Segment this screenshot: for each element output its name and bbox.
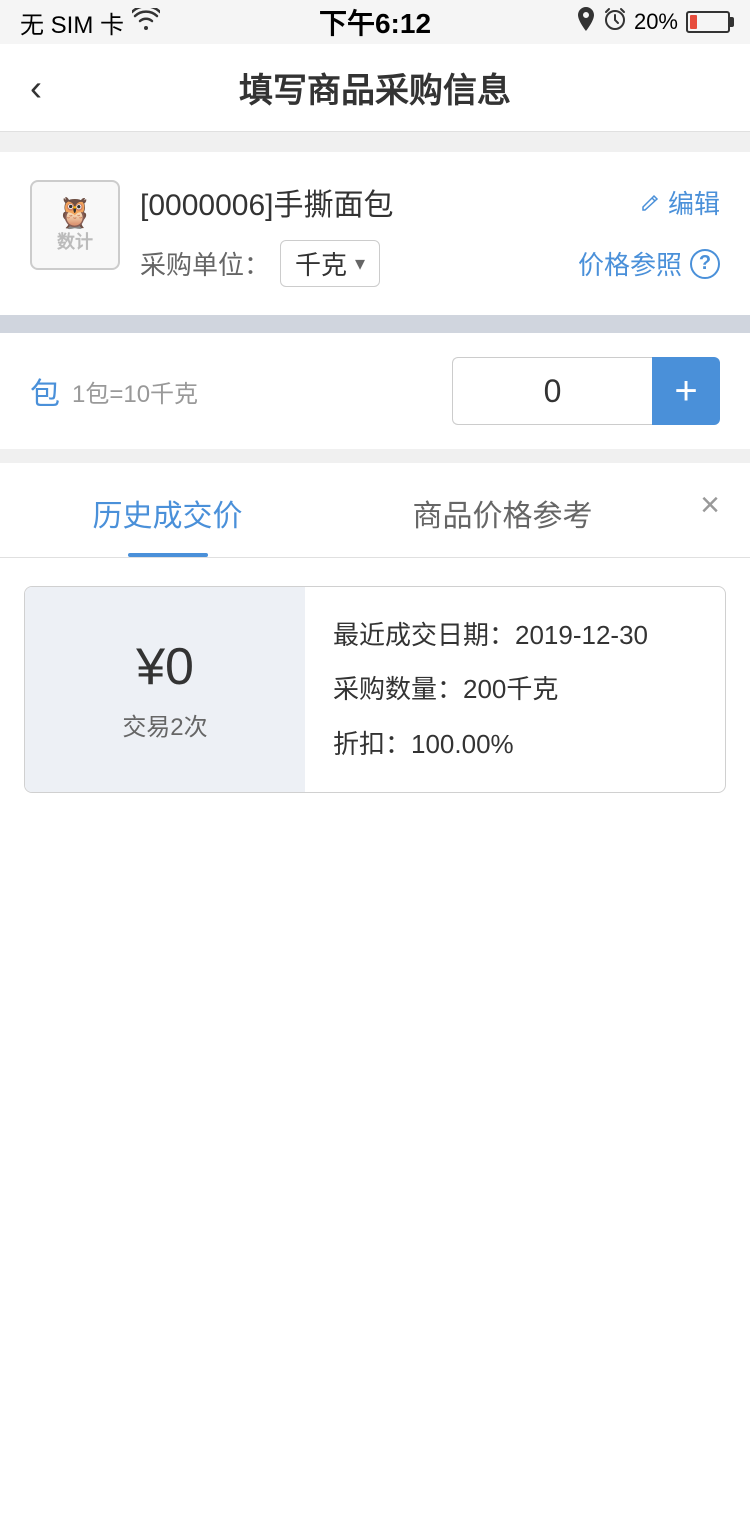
product-section: 🦉 数计 [0000006]手撕面包 编辑 采购单位： [0,152,750,315]
battery-percent: 20% [634,9,678,35]
carrier-text: 无 SIM 卡 [20,5,124,40]
battery-icon [686,11,730,33]
product-header: 🦉 数计 [0000006]手撕面包 编辑 采购单位： [30,180,720,287]
wifi-icon [132,8,160,37]
quantity-input[interactable] [452,357,652,425]
status-time: 下午6:12 [319,2,431,42]
status-left: 无 SIM 卡 [20,5,160,40]
price-qty: 采购数量：200千克 [333,671,697,707]
tab-history-price[interactable]: 历史成交价 [0,463,335,557]
page-title: 填写商品采购信息 [239,63,511,112]
unit-label: 采购单位： [140,245,270,282]
content-area [0,821,750,1521]
nav-bar: ‹ 填写商品采购信息 [0,44,750,132]
price-card: ¥0 交易2次 最近成交日期：2019-12-30 采购数量：200千克 折扣：… [24,586,726,793]
tabs-header: 历史成交价 商品价格参考 × [0,463,750,558]
quantity-section: 包 1包=10千克 + [0,333,750,449]
section-divider [0,315,750,333]
tabs-section: 历史成交价 商品价格参考 × ¥0 交易2次 最近成交日期：2019-12-30… [0,463,750,1521]
chevron-down-icon: ▾ [355,251,365,276]
unit-select-group: 采购单位： 千克 ▾ [140,240,380,287]
price-transactions: 交易2次 [122,707,207,742]
price-date: 最近成交日期：2019-12-30 [333,617,697,653]
unit-dropdown[interactable]: 千克 ▾ [280,240,380,287]
status-bar: 无 SIM 卡 下午6:12 20% [0,0,750,44]
back-button[interactable]: ‹ [30,70,42,106]
price-ref-button[interactable]: 价格参照 ? [578,245,720,282]
product-name: [0000006]手撕面包 [140,180,393,224]
product-details: [0000006]手撕面包 编辑 采购单位： 千克 ▾ [140,180,720,287]
status-right: 20% [576,7,730,37]
location-icon [576,7,596,37]
tabs-close-button[interactable]: × [670,486,750,535]
quantity-control: + [452,357,720,425]
product-logo: 🦉 数计 [30,180,120,270]
help-icon: ? [690,249,720,279]
price-left-panel: ¥0 交易2次 [25,587,305,792]
alarm-icon [604,7,626,37]
edit-button[interactable]: 编辑 [640,184,720,221]
price-right-panel: 最近成交日期：2019-12-30 采购数量：200千克 折扣：100.00% [305,587,725,792]
price-amount: ¥0 [136,637,194,697]
unit-row: 采购单位： 千克 ▾ 价格参照 ? [140,240,720,287]
unit-equiv: 1包=10千克 [72,374,198,409]
logo-icon: 🦉 数计 [56,196,93,254]
product-name-row: [0000006]手撕面包 编辑 [140,180,720,224]
unit-badge: 包 [30,369,60,413]
price-discount: 折扣：100.00% [333,726,697,762]
quantity-plus-button[interactable]: + [652,357,720,425]
tab-price-reference[interactable]: 商品价格参考 [335,463,670,557]
unit-info: 包 1包=10千克 [30,369,198,413]
